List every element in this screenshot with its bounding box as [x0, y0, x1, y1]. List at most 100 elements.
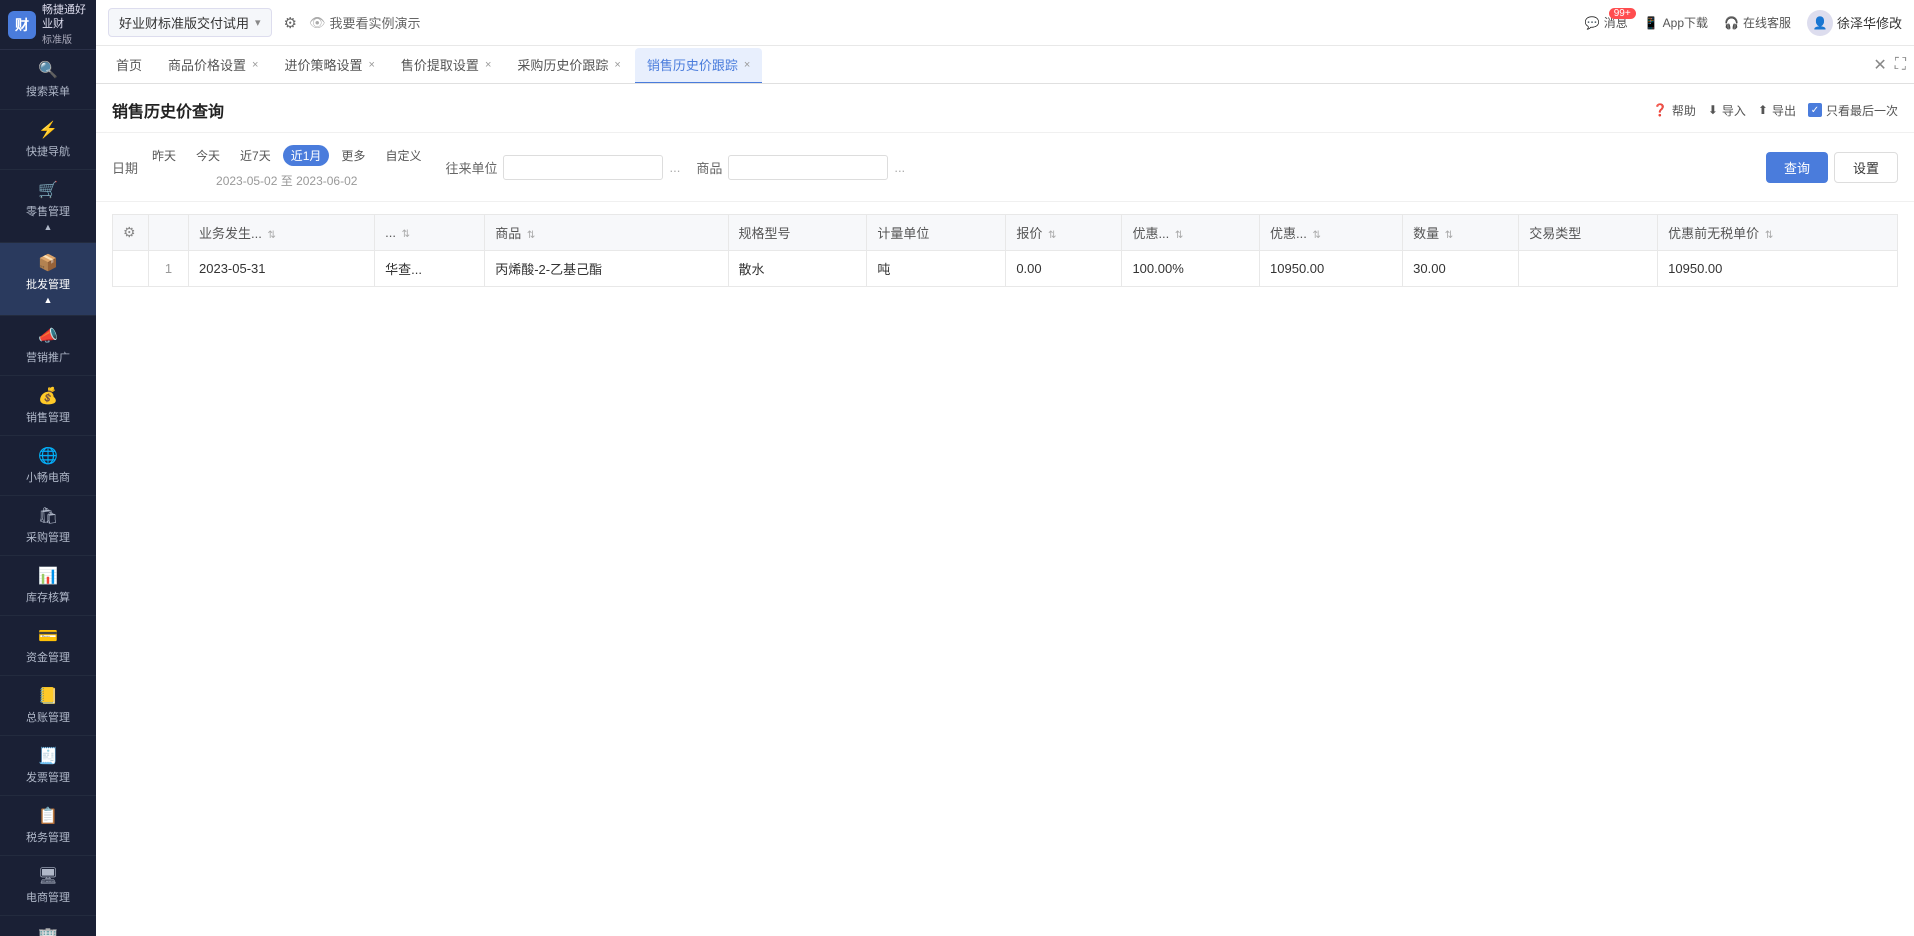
col-settings-icon[interactable]: ⚙: [123, 224, 136, 240]
tab-purchase-strategy-label: 进价策略设置: [284, 55, 362, 74]
col-pretax-price[interactable]: 优惠前无税单价 ⇅: [1658, 215, 1898, 251]
filter-action-buttons: 查询 设置: [1766, 152, 1898, 183]
user-menu[interactable]: 👤 徐泽华修改: [1807, 10, 1902, 36]
date-range: 2023-05-02 至 2023-06-02: [216, 172, 357, 189]
sidebar-item-search[interactable]: 🔍 搜索菜单: [0, 50, 96, 110]
finance-icon: 💳: [38, 626, 58, 646]
partner-input[interactable]: [503, 155, 663, 180]
cell-pretax-price: 10950.00: [1658, 251, 1898, 287]
tab-purchase-history[interactable]: 采购历史价跟踪 ×: [505, 48, 632, 84]
sidebar-item-wholesale[interactable]: 📦 批发管理 ▲: [0, 243, 96, 316]
sidebar-item-marketing[interactable]: 📣 营销推广: [0, 316, 96, 376]
cell-trade-type: [1519, 251, 1658, 287]
sidebar-item-inventory[interactable]: 📊 库存核算: [0, 556, 96, 616]
messages-badge: 99+: [1609, 8, 1636, 19]
col-trade-type: 交易类型: [1519, 215, 1658, 251]
topbar: 好业财标准版交付试用 ▾ ⚙ 👁 我要看实例演示 💬 消息 99+ 📱 App下…: [96, 0, 1914, 46]
product-input[interactable]: [728, 155, 888, 180]
page-header: 销售历史价查询 ❓ 帮助 ⬇ 导入 ⬆ 导出 ✓ 只看最后一次: [96, 84, 1914, 133]
tabbar-close-icon[interactable]: ✕: [1873, 55, 1886, 75]
main-area: 好业财标准版交付试用 ▾ ⚙ 👁 我要看实例演示 💬 消息 99+ 📱 App下…: [96, 0, 1914, 936]
col-ellipsis[interactable]: ... ⇅: [375, 215, 485, 251]
purchase-icon: 🛍: [38, 506, 58, 526]
last-only-checkbox-label[interactable]: ✓ 只看最后一次: [1808, 102, 1898, 119]
help-icon: ❓: [1653, 103, 1668, 117]
online-service-button[interactable]: 🎧 在线客服: [1724, 14, 1791, 31]
product-more[interactable]: ...: [894, 160, 905, 175]
retail-icon: 🛒: [38, 180, 58, 200]
page-title: 销售历史价查询: [112, 98, 224, 122]
demo-link[interactable]: 👁 我要看实例演示: [309, 13, 421, 32]
tab-sale-extract[interactable]: 售价提取设置 ×: [389, 48, 503, 84]
col-biz-date[interactable]: 业务发生... ⇅: [189, 215, 375, 251]
tab-product-price-close[interactable]: ×: [252, 59, 258, 71]
sidebar-item-general-ledger[interactable]: 📒 总账管理: [0, 676, 96, 736]
date-btn-custom[interactable]: 自定义: [377, 145, 429, 166]
table-container: ⚙ 业务发生... ⇅ ... ⇅ 商品 ⇅: [96, 214, 1914, 303]
tab-home[interactable]: 首页: [104, 48, 154, 84]
sidebar-item-finance[interactable]: 💳 资金管理: [0, 616, 96, 676]
messages-button[interactable]: 💬 消息 99+: [1585, 14, 1628, 31]
col-num: [149, 215, 189, 251]
date-btn-last1m[interactable]: 近1月: [283, 145, 330, 166]
col-price[interactable]: 报价 ⇅: [1006, 215, 1122, 251]
cell-discount-pct: 100.00%: [1122, 251, 1260, 287]
col-quantity[interactable]: 数量 ⇅: [1403, 215, 1519, 251]
tab-purchase-strategy[interactable]: 进价策略设置 ×: [272, 48, 386, 84]
col-spec: 规格型号: [728, 215, 867, 251]
tab-purchase-strategy-close[interactable]: ×: [368, 59, 374, 71]
settings-button[interactable]: 设置: [1834, 152, 1898, 183]
date-btn-last7[interactable]: 近7天: [232, 145, 279, 166]
cell-settings: [113, 251, 149, 287]
tab-sale-history[interactable]: 销售历史价跟踪 ×: [635, 48, 762, 84]
inventory-icon: 📊: [38, 566, 58, 586]
sidebar-item-retail[interactable]: 🛒 零售管理 ▲: [0, 170, 96, 243]
sidebar-item-quick-nav[interactable]: ⚡ 快捷导航: [0, 110, 96, 170]
user-avatar: 👤: [1807, 10, 1833, 36]
tab-sale-extract-close[interactable]: ×: [485, 59, 491, 71]
date-btn-today[interactable]: 今天: [188, 145, 228, 166]
marketing-icon: 📣: [38, 326, 58, 346]
small-ecommerce-icon: 🌐: [38, 446, 58, 466]
col-discount-pct[interactable]: 优惠... ⇅: [1122, 215, 1260, 251]
import-button[interactable]: ⬇ 导入: [1708, 102, 1746, 119]
col-product[interactable]: 商品 ⇅: [485, 215, 728, 251]
last-only-checkbox[interactable]: ✓: [1808, 103, 1822, 117]
sidebar-item-sales-mgmt[interactable]: 💰 销售管理: [0, 376, 96, 436]
date-label: 日期: [112, 158, 138, 177]
tab-purchase-history-close[interactable]: ×: [614, 59, 620, 71]
tab-sale-history-close[interactable]: ×: [744, 59, 750, 71]
sidebar-item-tax[interactable]: 📋 税务管理: [0, 796, 96, 856]
sidebar-item-ecommerce[interactable]: 🖥 电商管理: [0, 856, 96, 916]
sidebar-item-invoice[interactable]: 🧾 发票管理: [0, 736, 96, 796]
tab-home-label: 首页: [116, 55, 142, 74]
tabbar-expand-icon[interactable]: ⛶: [1895, 56, 1906, 74]
col-discount-amt-sort: ⇅: [1313, 230, 1321, 241]
app-download-button[interactable]: 📱 App下载: [1644, 14, 1708, 31]
col-discount-amt[interactable]: 优惠... ⇅: [1260, 215, 1403, 251]
col-pretax-price-sort: ⇅: [1765, 230, 1773, 241]
ecommerce-icon: 🖥: [38, 866, 58, 886]
tab-product-price[interactable]: 商品价格设置 ×: [156, 48, 270, 84]
sidebar-logo: 财 畅捷通好业财 标准版: [0, 0, 96, 50]
partner-more[interactable]: ...: [669, 160, 680, 175]
date-btn-yesterday[interactable]: 昨天: [144, 145, 184, 166]
logo-text: 畅捷通好业财 标准版: [42, 3, 88, 47]
cell-quantity: 30.00: [1403, 251, 1519, 287]
col-settings[interactable]: ⚙: [113, 215, 149, 251]
sidebar-item-small-ecommerce[interactable]: 🌐 小畅电商: [0, 436, 96, 496]
module-select[interactable]: 好业财标准版交付试用 ▾: [108, 8, 272, 37]
export-button[interactable]: ⬆ 导出: [1758, 102, 1796, 119]
tax-icon: 📋: [38, 806, 58, 826]
sidebar-item-purchase[interactable]: 🛍 采购管理: [0, 496, 96, 556]
help-button[interactable]: ❓ 帮助: [1653, 102, 1696, 119]
wholesale-arrow: ▲: [44, 295, 53, 305]
sidebar-item-fixed-assets[interactable]: 🏢 固定资产: [0, 916, 96, 936]
cell-price: 0.00: [1006, 251, 1122, 287]
topbar-settings-icon[interactable]: ⚙: [284, 14, 297, 32]
col-discount-pct-sort: ⇅: [1175, 230, 1183, 241]
cell-num: 1: [149, 251, 189, 287]
message-icon: 💬: [1585, 16, 1600, 30]
date-btn-more[interactable]: 更多: [333, 145, 373, 166]
query-button[interactable]: 查询: [1766, 152, 1828, 183]
